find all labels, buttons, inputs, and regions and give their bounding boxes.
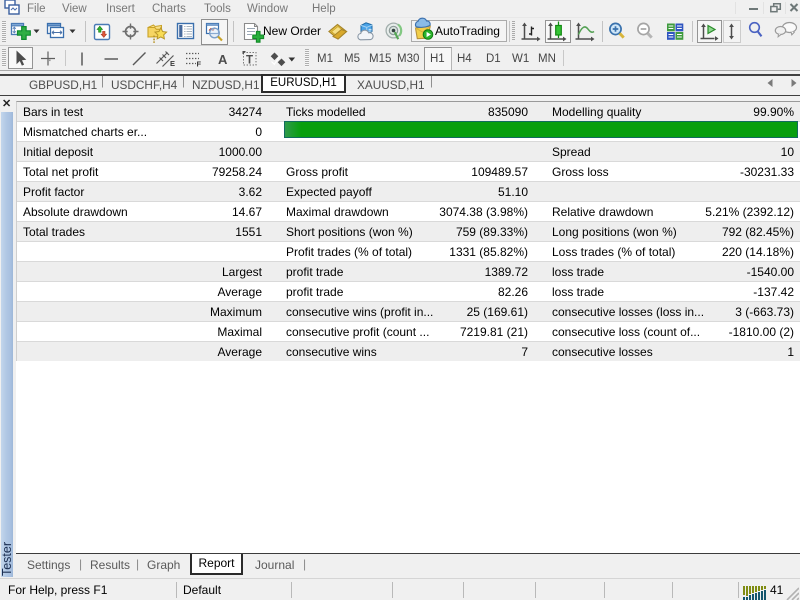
svg-text:A: A (218, 52, 228, 67)
svg-text:F: F (197, 60, 202, 69)
svg-text:T: T (246, 55, 253, 67)
svg-text:E: E (170, 59, 175, 68)
